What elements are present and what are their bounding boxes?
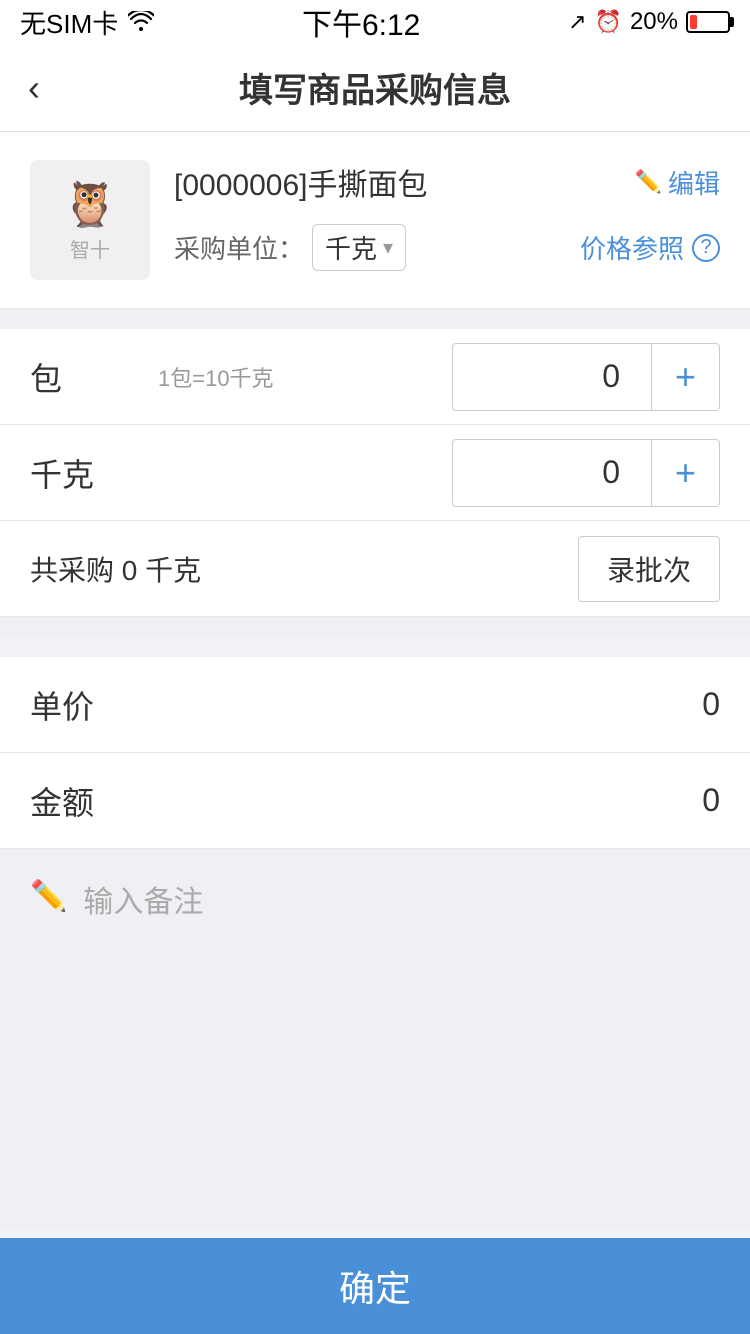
price-ref-label: 价格参照 [580,229,684,266]
confirm-button[interactable]: 确定 [0,1238,750,1334]
product-info: [0000006]手撕面包 ✏️ 编辑 采购单位： 千克 ▾ 价格参照 ? [174,160,720,271]
alarm-icon: ⏰ [595,9,622,35]
kg-qty-input[interactable] [452,439,652,507]
section-divider-2 [0,617,750,637]
unit-price-value: 0 [702,686,720,723]
unit-label: 采购单位： [174,229,304,266]
bag-qty-wrapper: + [452,343,720,411]
edit-label: 编辑 [668,164,720,201]
unit-select[interactable]: 千克 ▾ [312,224,406,271]
product-thumb-label: 智十 [70,234,110,263]
bag-plus-button[interactable]: + [652,343,720,411]
unit-value: 千克 [325,229,377,266]
help-icon: ? [692,234,720,262]
amount-value: 0 [702,782,720,819]
unit-price-row: 单价 0 [0,657,750,753]
wifi-icon [128,7,154,38]
price-section: 单价 0 金额 0 [0,657,750,849]
kg-label: 千克 [30,450,150,496]
notes-placeholder: 输入备注 [83,877,203,921]
bag-input-row: 包 1包=10千克 + [0,329,750,425]
edit-icon: ✏️ [635,169,662,195]
kg-input-row: 千克 + [0,425,750,521]
amount-label: 金额 [30,778,702,824]
bag-label: 包 [30,354,150,400]
unit-price-label: 单价 [30,682,702,728]
status-right: ↗ ⏰ 20% [568,8,730,36]
product-card: 🦉 智十 [0000006]手撕面包 ✏️ 编辑 采购单位： 千克 ▾ [0,132,750,309]
bag-sublabel: 1包=10千克 [158,361,274,393]
edit-button[interactable]: ✏️ 编辑 [635,164,720,201]
total-label: 共采购 0 千克 [30,549,578,589]
chevron-down-icon: ▾ [383,235,393,260]
kg-qty-wrapper: + [452,439,720,507]
page-title: 填写商品采购信息 [239,63,511,112]
battery-icon [686,11,730,33]
carrier-text: 无SIM卡 [20,4,118,41]
quantity-section: 包 1包=10千克 + 千克 + 共采购 0 千克 录批次 [0,329,750,617]
status-bar: 无SIM卡 下午6:12 ↗ ⏰ 20% [0,0,750,44]
back-button[interactable]: ‹ [28,67,40,109]
main-content: 🦉 智十 [0000006]手撕面包 ✏️ 编辑 采购单位： 千克 ▾ [0,132,750,1325]
battery-fill [690,15,697,29]
bag-qty-input[interactable] [452,343,652,411]
product-thumbnail: 🦉 智十 [30,160,150,280]
section-divider-1 [0,309,750,329]
location-icon: ↗ [568,9,586,35]
status-time: 下午6:12 [302,0,420,44]
unit-row: 采购单位： 千克 ▾ 价格参照 ? [174,224,720,271]
pencil-icon: ✏️ [30,879,67,914]
batch-button[interactable]: 录批次 [578,536,720,602]
amount-row: 金额 0 [0,753,750,849]
total-row: 共采购 0 千克 录批次 [0,521,750,617]
price-reference-button[interactable]: 价格参照 ? [580,229,720,266]
kg-plus-button[interactable]: + [652,439,720,507]
product-full-name: [0000006]手撕面包 [174,160,427,204]
product-image-owl: 🦉 [63,178,118,230]
confirm-button-label: 确定 [339,1260,411,1312]
battery-percent: 20% [630,8,678,36]
notes-section[interactable]: ✏️ 输入备注 [0,849,750,1229]
status-left: 无SIM卡 [20,4,154,41]
nav-bar: ‹ 填写商品采购信息 [0,44,750,132]
product-name-row: [0000006]手撕面包 ✏️ 编辑 [174,160,720,204]
